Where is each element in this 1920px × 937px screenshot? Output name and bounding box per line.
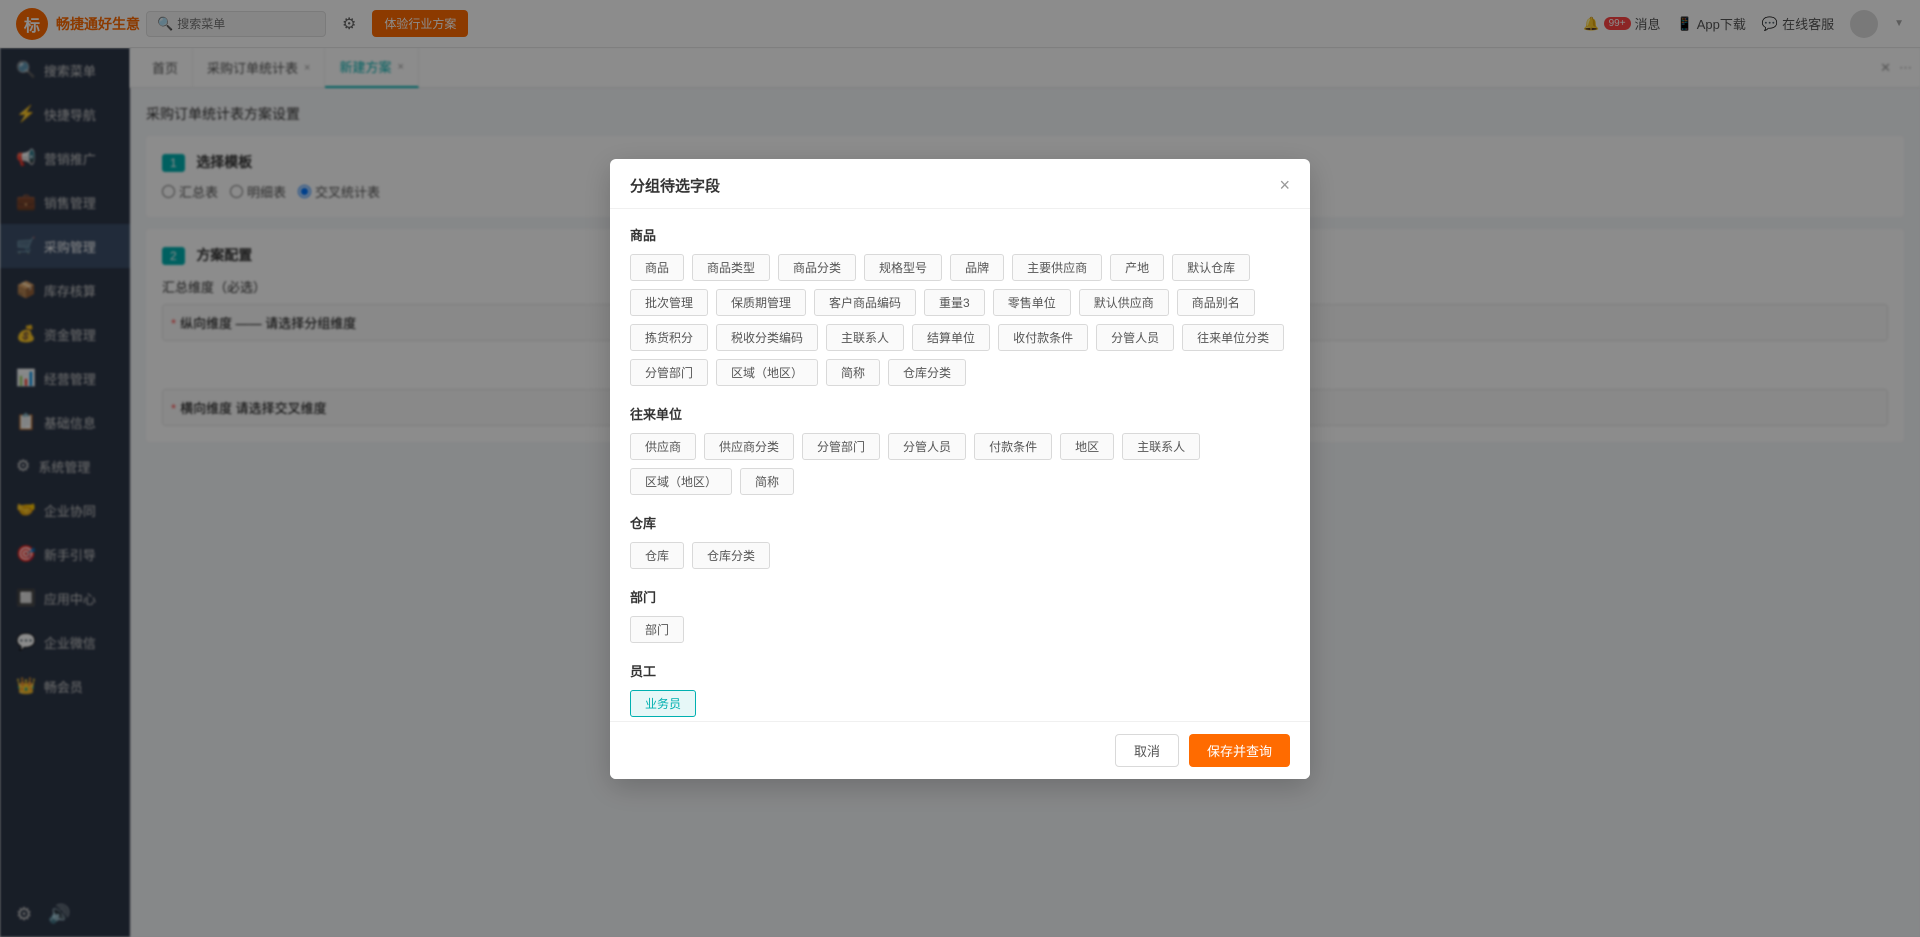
- field-tag[interactable]: 产地: [1110, 254, 1164, 281]
- field-tag[interactable]: 品牌: [950, 254, 1004, 281]
- partner-field-tags: 供应商 供应商分类 分管部门 分管人员 付款条件 地区 主联系人 区域（地区） …: [630, 433, 1290, 495]
- dialog-close-btn[interactable]: ×: [1279, 176, 1290, 194]
- field-tag[interactable]: 部门: [630, 616, 684, 643]
- field-tag[interactable]: 区域（地区）: [630, 468, 732, 495]
- field-tag[interactable]: 客户商品编码: [814, 289, 916, 316]
- field-tag[interactable]: 拣货积分: [630, 324, 708, 351]
- field-tag[interactable]: 分管部门: [802, 433, 880, 460]
- field-group-department: 部门 部门: [630, 587, 1290, 643]
- dialog-body: 商品 商品 商品类型 商品分类 规格型号 品牌 主要供应商 产地 默认仓库 批次…: [610, 209, 1310, 721]
- field-tag[interactable]: 仓库分类: [692, 542, 770, 569]
- field-tag[interactable]: 商品分类: [778, 254, 856, 281]
- field-group-warehouse: 仓库 仓库 仓库分类: [630, 513, 1290, 569]
- group-label-department: 部门: [630, 587, 1290, 606]
- field-select-dialog: 分组待选字段 × 商品 商品 商品类型 商品分类 规格型号 品牌 主要供应商 产…: [610, 159, 1310, 779]
- product-field-tags: 商品 商品类型 商品分类 规格型号 品牌 主要供应商 产地 默认仓库 批次管理 …: [630, 254, 1290, 386]
- field-tag[interactable]: 往来单位分类: [1182, 324, 1284, 351]
- field-tag[interactable]: 规格型号: [864, 254, 942, 281]
- field-tag[interactable]: 结算单位: [912, 324, 990, 351]
- field-tag[interactable]: 区域（地区）: [716, 359, 818, 386]
- field-tag[interactable]: 供应商: [630, 433, 696, 460]
- dialog-header: 分组待选字段 ×: [610, 159, 1310, 209]
- field-tag[interactable]: 简称: [740, 468, 794, 495]
- field-group-employee: 员工 业务员: [630, 661, 1290, 717]
- dialog-title: 分组待选字段: [630, 175, 720, 196]
- field-tag[interactable]: 零售单位: [993, 289, 1071, 316]
- field-tag[interactable]: 主要供应商: [1012, 254, 1102, 281]
- field-tag[interactable]: 商品别名: [1177, 289, 1255, 316]
- field-tag[interactable]: 默认仓库: [1172, 254, 1250, 281]
- field-tag[interactable]: 付款条件: [974, 433, 1052, 460]
- field-group-product: 商品 商品 商品类型 商品分类 规格型号 品牌 主要供应商 产地 默认仓库 批次…: [630, 225, 1290, 386]
- field-tag[interactable]: 主联系人: [1122, 433, 1200, 460]
- field-tag[interactable]: 批次管理: [630, 289, 708, 316]
- field-tag[interactable]: 保质期管理: [716, 289, 806, 316]
- field-tag[interactable]: 仓库分类: [888, 359, 966, 386]
- dialog-overlay: 分组待选字段 × 商品 商品 商品类型 商品分类 规格型号 品牌 主要供应商 产…: [0, 0, 1920, 937]
- field-tag[interactable]: 地区: [1060, 433, 1114, 460]
- field-tag[interactable]: 默认供应商: [1079, 289, 1169, 316]
- field-tag[interactable]: 供应商分类: [704, 433, 794, 460]
- field-tag[interactable]: 分管部门: [630, 359, 708, 386]
- dialog-footer: 取消 保存并查询: [610, 721, 1310, 779]
- confirm-button[interactable]: 保存并查询: [1189, 734, 1290, 767]
- group-label-product: 商品: [630, 225, 1290, 244]
- field-tag[interactable]: 分管人员: [888, 433, 966, 460]
- group-label-employee: 员工: [630, 661, 1290, 680]
- field-tag[interactable]: 收付款条件: [998, 324, 1088, 351]
- field-tag[interactable]: 商品类型: [692, 254, 770, 281]
- field-tag[interactable]: 仓库: [630, 542, 684, 569]
- field-group-partner: 往来单位 供应商 供应商分类 分管部门 分管人员 付款条件 地区 主联系人 区域…: [630, 404, 1290, 495]
- group-label-partner: 往来单位: [630, 404, 1290, 423]
- field-tag[interactable]: 商品: [630, 254, 684, 281]
- group-label-warehouse: 仓库: [630, 513, 1290, 532]
- warehouse-field-tags: 仓库 仓库分类: [630, 542, 1290, 569]
- field-tag[interactable]: 主联系人: [826, 324, 904, 351]
- cancel-button[interactable]: 取消: [1115, 734, 1179, 767]
- field-tag[interactable]: 税收分类编码: [716, 324, 818, 351]
- employee-field-tags: 业务员: [630, 690, 1290, 717]
- department-field-tags: 部门: [630, 616, 1290, 643]
- field-tag[interactable]: 重量3: [924, 289, 985, 316]
- field-tag[interactable]: 分管人员: [1096, 324, 1174, 351]
- field-tag[interactable]: 简称: [826, 359, 880, 386]
- field-tag-salesman[interactable]: 业务员: [630, 690, 696, 717]
